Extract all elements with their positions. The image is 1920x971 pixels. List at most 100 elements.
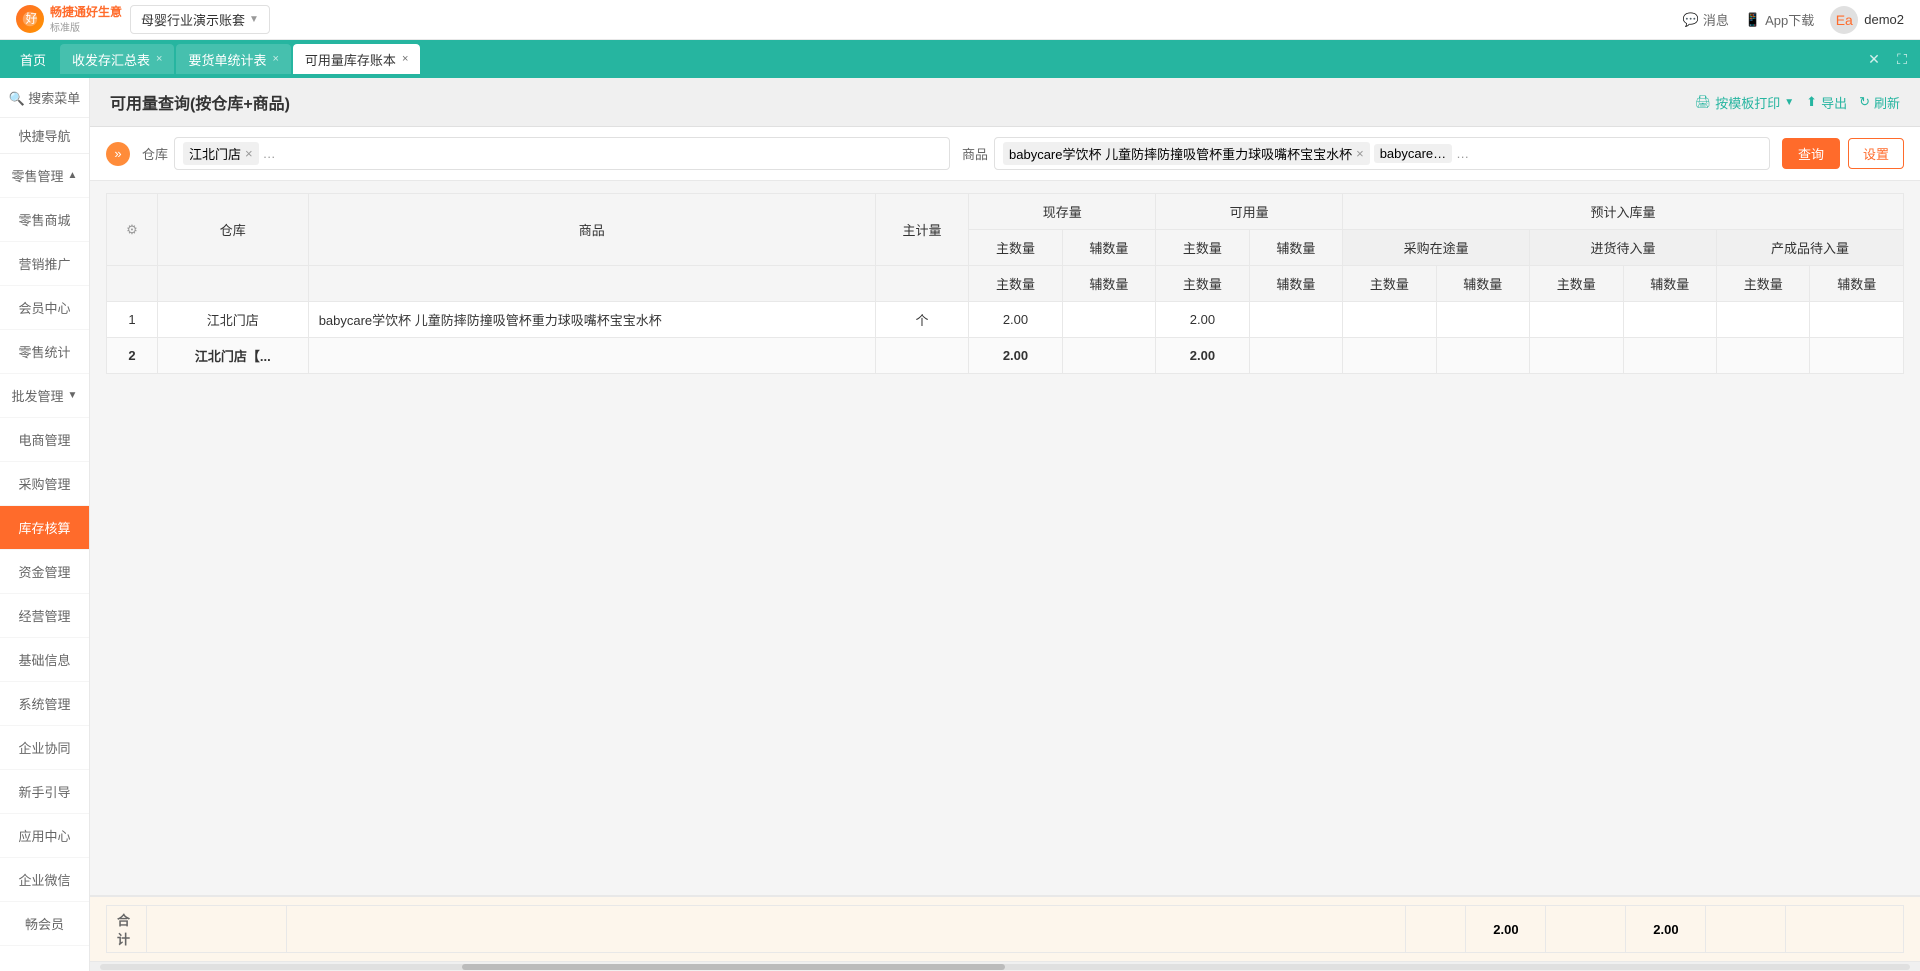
export-icon: ⬆ [1806,94,1817,110]
warehouse-filter-input[interactable]: 江北门店 × … [174,137,950,170]
settings-button[interactable]: 设置 [1848,138,1904,169]
maximize-window-button[interactable]: ⛶ [1892,49,1912,69]
app-download-button[interactable]: 📱 App下载 [1745,10,1814,29]
search-icon: 🔍 [9,91,25,106]
app-subtitle: 标准版 [50,19,122,34]
th-gear[interactable]: ⚙ [107,194,158,266]
warehouse-more-icon[interactable]: … [263,146,276,161]
refresh-button[interactable]: ↻ 刷新 [1859,93,1900,112]
th-prod-main: 主数量 [1716,266,1809,302]
product-filter-input[interactable]: babycare学饮杯 儿童防摔防撞吸管杯重力球吸嘴杯宝宝水杯 × babyca… [994,137,1770,170]
th-unit-2 [875,266,968,302]
print-icon: 🖨 [1695,94,1712,110]
order-stats-tab-close-icon[interactable]: × [272,53,278,65]
tab-home[interactable]: 首页 [8,44,58,74]
tab-order-stats[interactable]: 要货单统计表 × [176,44,290,74]
sidebar-item-system[interactable]: 系统管理 [0,682,89,726]
message-icon: 💬 [1683,12,1699,28]
user-name: demo2 [1864,12,1904,27]
avatar-initial: Ea [1836,12,1853,28]
warehouse-tag-value: 江北门店 [189,144,241,163]
print-template-label: 按模板打印 [1715,93,1780,112]
gear-icon: ⚙ [126,222,138,237]
sidebar-retail-stats-label: 零售统计 [18,342,70,361]
sidebar-marketing-label: 营销推广 [18,254,70,273]
tab-receipts[interactable]: 收发存汇总表 × [60,44,174,74]
sidebar-search-label: 搜索菜单 [28,91,80,106]
th-planned-in: 预计入库量 [1343,194,1904,230]
th-product: 商品 [308,194,875,266]
sidebar-item-finance[interactable]: 资金管理 [0,550,89,594]
sidebar-item-enterprise-wx[interactable]: 企业微信 [0,858,89,902]
export-button[interactable]: ⬆ 导出 [1806,93,1847,112]
close-window-button[interactable]: ✕ [1864,49,1884,69]
row2-unit [875,338,968,374]
sidebar-enterprise-label: 企业协同 [18,738,70,757]
product-filter-group: 商品 babycare学饮杯 儿童防摔防撞吸管杯重力球吸嘴杯宝宝水杯 × bab… [962,137,1770,170]
sidebar-item-app-center[interactable]: 应用中心 [0,814,89,858]
row2-seq: 2 [107,338,158,374]
warehouse-tag-remove[interactable]: × [245,146,253,161]
th-avail-aux-qty: 辅数量 [1249,230,1342,266]
sidebar-item-retail-mall[interactable]: 零售商城 [0,198,89,242]
warehouse-filter-label: 仓库 [142,144,168,163]
th-avail-main-qty: 主数量 [1156,230,1249,266]
logo-icon: 好 [16,5,44,33]
row2-pend-in-aux [1623,338,1716,374]
sidebar-item-basic-info[interactable]: 基础信息 [0,638,89,682]
sidebar-wholesale-mgmt-label: 批发管理 [12,386,64,405]
th-pend-main: 主数量 [1530,266,1623,302]
th-stock-aux-qty: 辅数量 [1062,230,1155,266]
footer-avail-main: 2.00 [1626,906,1706,953]
row1-stock-aux [1062,302,1155,338]
sidebar-item-wholesale-mgmt[interactable]: 批发管理 ▼ [0,374,89,418]
sidebar-enterprise-wx-label: 企业微信 [18,870,70,889]
th-pending-in: 进货待入量 [1530,230,1717,266]
expand-filter-button[interactable]: » [106,142,130,166]
sidebar-item-vip[interactable]: 畅会员 [0,902,89,946]
query-button[interactable]: 查询 [1782,138,1840,169]
sidebar-item-inventory-check[interactable]: 库存核算 [0,506,89,550]
tab-inventory[interactable]: 可用量库存账本 × [293,44,420,74]
th-product-2 [308,266,875,302]
product-tag-2-value: babycare… [1380,146,1446,161]
message-button[interactable]: 💬 消息 [1683,10,1729,29]
th-gear-2 [107,266,158,302]
sidebar: 🔍 搜索菜单 快捷导航 零售管理 ▲ 零售商城 营销推广 会员中心 零售统计 批… [0,78,90,971]
sidebar-item-ecommerce[interactable]: 电商管理 [0,418,89,462]
receipts-tab-close-icon[interactable]: × [156,53,162,65]
sidebar-item-retail-mgmt[interactable]: 零售管理 ▲ [0,154,89,198]
sidebar-item-operations[interactable]: 经营管理 [0,594,89,638]
data-table: ⚙ 仓库 商品 主计量 现存量 可用量 预计入库量 主数量 辅数量 主数量 辅数… [106,193,1904,374]
sidebar-finance-label: 资金管理 [18,562,70,581]
inventory-tab-close-icon[interactable]: × [402,53,408,65]
th-available: 可用量 [1156,194,1343,230]
th-main-unit: 主计量 [875,194,968,266]
product-tag-1-remove[interactable]: × [1356,146,1364,161]
sidebar-item-retail-stats[interactable]: 零售统计 [0,330,89,374]
sidebar-item-member-center[interactable]: 会员中心 [0,286,89,330]
sidebar-item-purchase[interactable]: 采购管理 [0,462,89,506]
sidebar-item-enterprise[interactable]: 企业协同 [0,726,89,770]
row1-pur-transit-main [1343,302,1436,338]
user-area[interactable]: Ea demo2 [1830,6,1904,34]
sidebar-item-new-guide[interactable]: 新手引导 [0,770,89,814]
horizontal-scrollbar[interactable] [90,961,1920,971]
row1-prod-pend-aux [1810,302,1904,338]
sidebar-search[interactable]: 🔍 搜索菜单 [0,78,89,118]
th-warehouse: 仓库 [157,194,308,266]
row2-prod-pend-aux [1810,338,1904,374]
app-title: 畅捷通好生意 [50,5,122,19]
industry-selector[interactable]: 母婴行业演示账套 ▼ [130,5,270,34]
product-more-icon[interactable]: … [1456,146,1469,161]
sidebar-quick-nav[interactable]: 快捷导航 [0,118,89,154]
sidebar-item-marketing[interactable]: 营销推广 [0,242,89,286]
scroll-thumb[interactable] [462,964,1005,970]
row1-prod-pend-main [1716,302,1809,338]
product-filter-label: 商品 [962,144,988,163]
print-template-button[interactable]: 🖨 按模板打印 ▼ [1695,93,1794,112]
th-stock-main-2: 主数量 [969,266,1062,302]
window-controls: ✕ ⛶ [1864,49,1912,69]
refresh-icon: ↻ [1859,94,1870,110]
row1-seq: 1 [107,302,158,338]
